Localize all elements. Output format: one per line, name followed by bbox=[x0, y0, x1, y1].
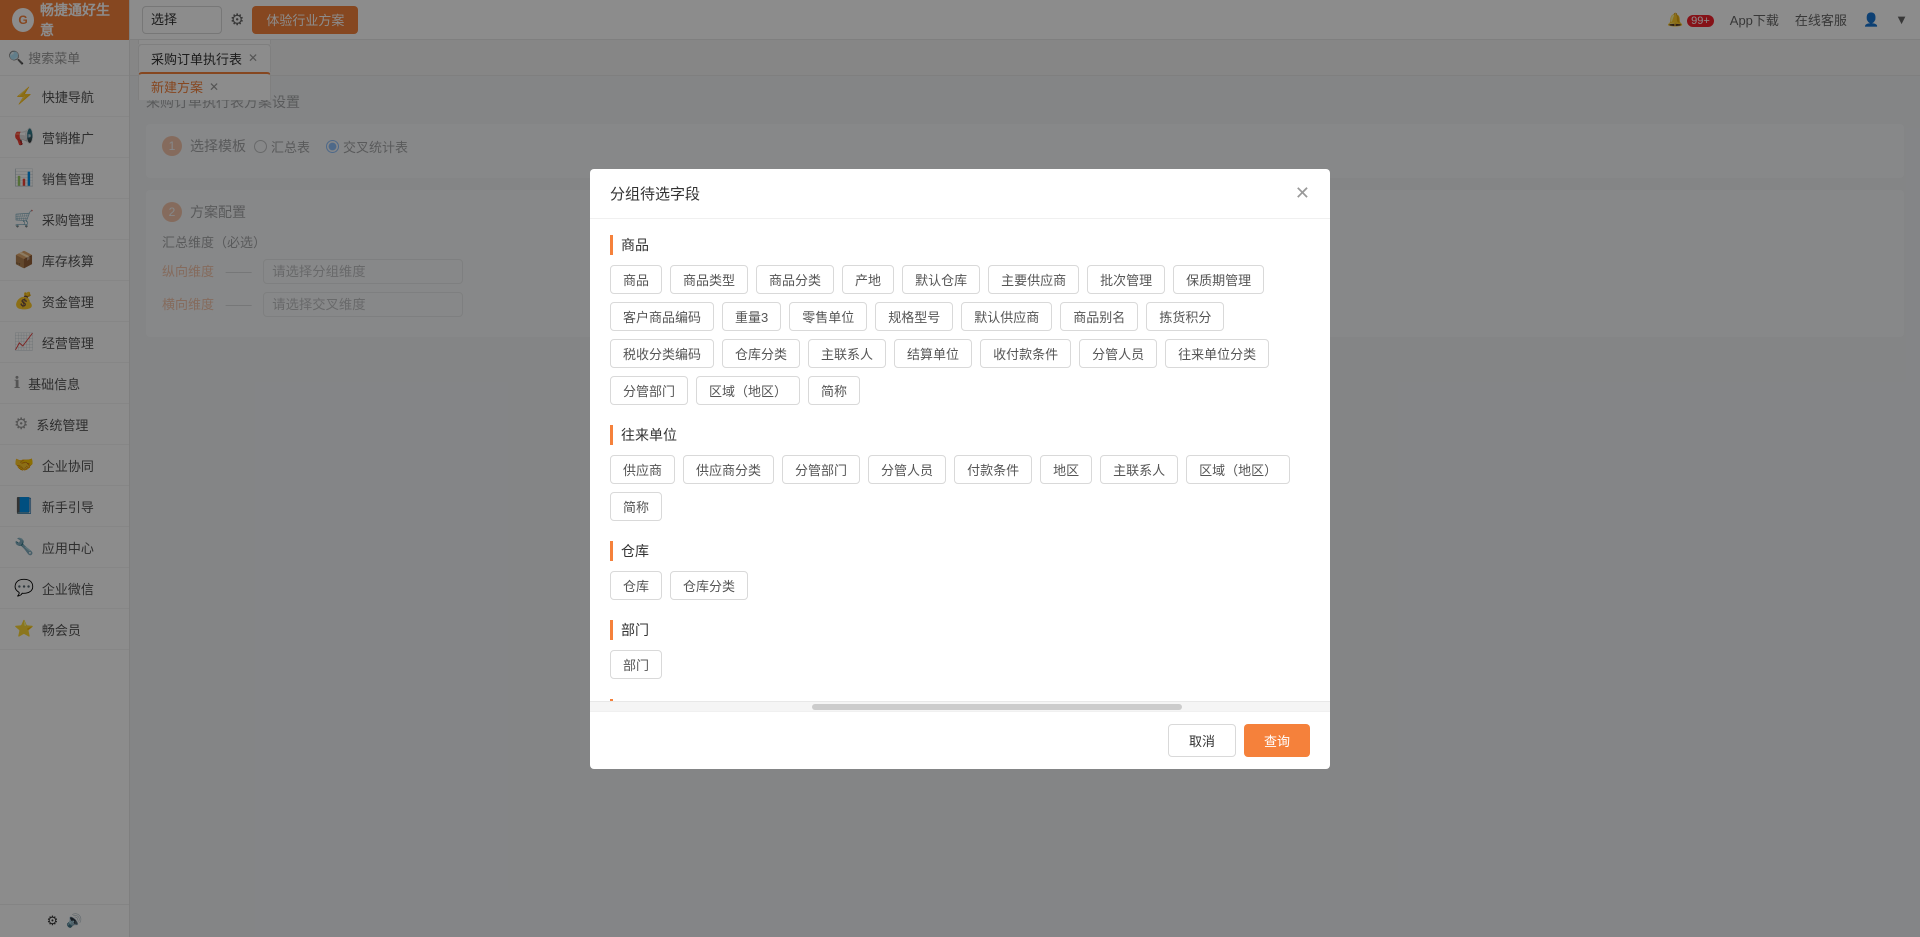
section-title-department: 部门 bbox=[610, 620, 1310, 640]
modal-title: 分组待选字段 bbox=[610, 183, 700, 204]
field-tag-partner-5[interactable]: 地区 bbox=[1040, 455, 1092, 484]
field-tag-product-17[interactable]: 主联系人 bbox=[808, 339, 886, 368]
field-tag-partner-4[interactable]: 付款条件 bbox=[954, 455, 1032, 484]
field-tag-product-8[interactable]: 客户商品编码 bbox=[610, 302, 714, 331]
field-tag-product-19[interactable]: 收付款条件 bbox=[980, 339, 1071, 368]
field-tag-product-6[interactable]: 批次管理 bbox=[1087, 265, 1165, 294]
field-select-modal: 分组待选字段 ✕ 商品商品商品类型商品分类产地默认仓库主要供应商批次管理保质期管… bbox=[590, 169, 1330, 769]
field-tag-product-4[interactable]: 默认仓库 bbox=[902, 265, 980, 294]
field-section-department: 部门部门 bbox=[610, 620, 1310, 679]
modal-overlay: 分组待选字段 ✕ 商品商品商品类型商品分类产地默认仓库主要供应商批次管理保质期管… bbox=[0, 0, 1920, 937]
field-section-partner: 往来单位供应商供应商分类分管部门分管人员付款条件地区主联系人区域（地区） 简称 bbox=[610, 425, 1310, 521]
modal-header: 分组待选字段 ✕ bbox=[590, 169, 1330, 219]
modal-footer: 取消 查询 bbox=[590, 711, 1330, 769]
field-tag-partner-3[interactable]: 分管人员 bbox=[868, 455, 946, 484]
field-tag-partner-2[interactable]: 分管部门 bbox=[782, 455, 860, 484]
field-tag-product-11[interactable]: 规格型号 bbox=[875, 302, 953, 331]
field-tag-product-22[interactable]: 分管部门 bbox=[610, 376, 688, 405]
field-tag-product-18[interactable]: 结算单位 bbox=[894, 339, 972, 368]
field-tags-department: 部门 bbox=[610, 650, 1310, 679]
field-tags-product: 商品商品类型商品分类产地默认仓库主要供应商批次管理保质期管理客户商品编码重量3 零… bbox=[610, 265, 1310, 405]
field-tag-product-12[interactable]: 默认供应商 bbox=[961, 302, 1052, 331]
field-tag-partner-6[interactable]: 主联系人 bbox=[1100, 455, 1178, 484]
field-sections: 商品商品商品类型商品分类产地默认仓库主要供应商批次管理保质期管理客户商品编码重量… bbox=[610, 235, 1310, 701]
field-tag-product-2[interactable]: 商品分类 bbox=[756, 265, 834, 294]
field-tag-partner-8[interactable]: 简称 bbox=[610, 492, 662, 521]
field-tag-product-9[interactable]: 重量3 bbox=[722, 302, 781, 331]
field-tag-product-1[interactable]: 商品类型 bbox=[670, 265, 748, 294]
field-tag-department-0[interactable]: 部门 bbox=[610, 650, 662, 679]
field-tag-product-20[interactable]: 分管人员 bbox=[1079, 339, 1157, 368]
field-tag-product-3[interactable]: 产地 bbox=[842, 265, 894, 294]
field-tag-product-23[interactable]: 区域（地区） bbox=[696, 376, 800, 405]
field-tags-partner: 供应商供应商分类分管部门分管人员付款条件地区主联系人区域（地区） 简称 bbox=[610, 455, 1310, 521]
field-tag-product-5[interactable]: 主要供应商 bbox=[988, 265, 1079, 294]
field-tag-product-10[interactable]: 零售单位 bbox=[789, 302, 867, 331]
field-tag-partner-0[interactable]: 供应商 bbox=[610, 455, 675, 484]
field-tag-product-15[interactable]: 税收分类编码 bbox=[610, 339, 714, 368]
field-section-product: 商品商品商品类型商品分类产地默认仓库主要供应商批次管理保质期管理客户商品编码重量… bbox=[610, 235, 1310, 405]
section-title-warehouse: 仓库 bbox=[610, 541, 1310, 561]
field-tag-product-16[interactable]: 仓库分类 bbox=[722, 339, 800, 368]
section-title-product: 商品 bbox=[610, 235, 1310, 255]
confirm-button[interactable]: 查询 bbox=[1244, 724, 1310, 757]
modal-horizontal-scrollbar[interactable] bbox=[590, 701, 1330, 711]
field-tag-product-24[interactable]: 简称 bbox=[808, 376, 860, 405]
cancel-button[interactable]: 取消 bbox=[1168, 724, 1236, 757]
close-icon[interactable]: ✕ bbox=[1295, 183, 1310, 204]
modal-body[interactable]: 商品商品商品类型商品分类产地默认仓库主要供应商批次管理保质期管理客户商品编码重量… bbox=[590, 219, 1330, 701]
section-title-partner: 往来单位 bbox=[610, 425, 1310, 445]
field-tag-product-0[interactable]: 商品 bbox=[610, 265, 662, 294]
hscroll-thumb bbox=[812, 704, 1182, 710]
field-tag-product-14[interactable]: 拣货积分 bbox=[1146, 302, 1224, 331]
field-tags-warehouse: 仓库仓库分类 bbox=[610, 571, 1310, 600]
field-tag-product-7[interactable]: 保质期管理 bbox=[1173, 265, 1264, 294]
field-tag-partner-7[interactable]: 区域（地区） bbox=[1186, 455, 1290, 484]
field-tag-partner-1[interactable]: 供应商分类 bbox=[683, 455, 774, 484]
field-tag-warehouse-1[interactable]: 仓库分类 bbox=[670, 571, 748, 600]
field-tag-warehouse-0[interactable]: 仓库 bbox=[610, 571, 662, 600]
field-section-warehouse: 仓库仓库仓库分类 bbox=[610, 541, 1310, 600]
field-tag-product-13[interactable]: 商品别名 bbox=[1060, 302, 1138, 331]
field-tag-product-21[interactable]: 往来单位分类 bbox=[1165, 339, 1269, 368]
